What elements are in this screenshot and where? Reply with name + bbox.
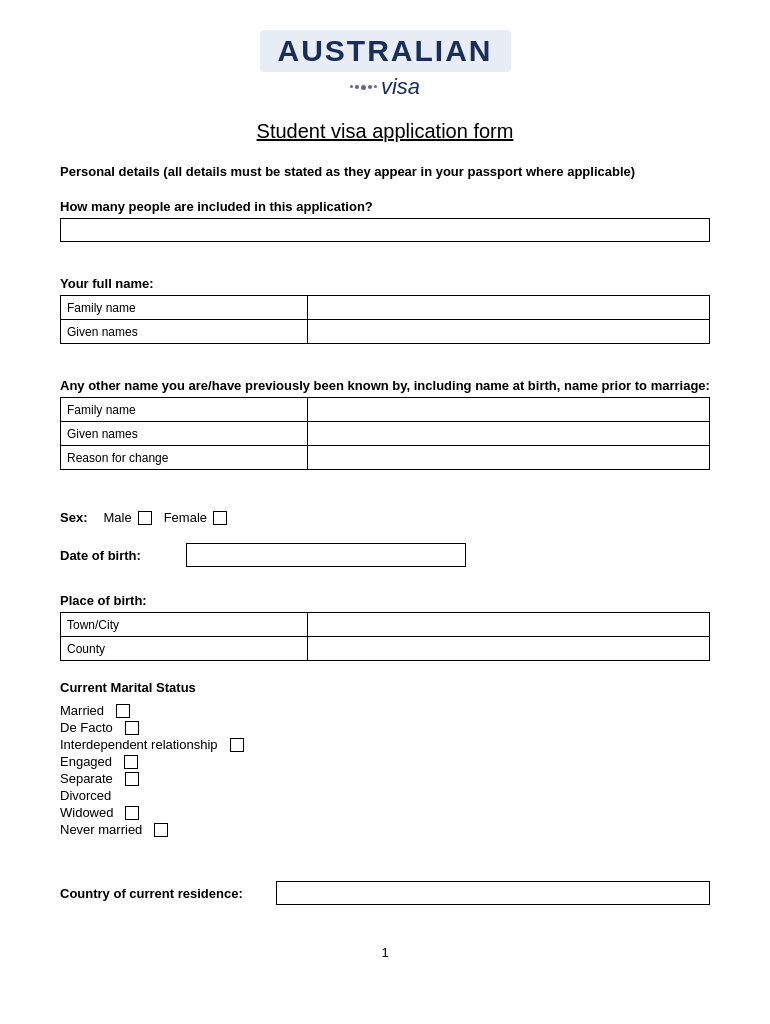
marital-de-facto: De Facto <box>60 720 710 735</box>
logo-australian-text: AUSTRALIAN <box>260 30 511 72</box>
personal-details-label: Personal details (all details must be st… <box>60 163 710 181</box>
reason-for-change-cell <box>307 446 709 470</box>
county-label: County <box>61 637 308 661</box>
how-many-question: How many people are included in this app… <box>60 199 710 214</box>
married-label: Married <box>60 703 104 718</box>
table-row: Reason for change <box>61 446 710 470</box>
place-of-birth-section: Place of birth: Town/City County <box>60 593 710 661</box>
town-city-input[interactable] <box>308 613 709 636</box>
family-name-cell <box>307 296 709 320</box>
other-name-label: Any other name you are/have previously b… <box>60 378 710 393</box>
table-row: County <box>61 637 710 661</box>
male-checkbox[interactable] <box>138 511 152 525</box>
female-label: Female <box>164 510 207 525</box>
separate-checkbox[interactable] <box>125 772 139 786</box>
family-name-input[interactable] <box>308 296 709 319</box>
widowed-checkbox[interactable] <box>125 806 139 820</box>
dob-row: Date of birth: <box>60 543 710 567</box>
table-row: Family name <box>61 398 710 422</box>
how-many-input[interactable] <box>60 218 710 242</box>
country-input[interactable] <box>276 881 710 905</box>
divorced-label: Divorced <box>60 788 111 803</box>
marital-engaged: Engaged <box>60 754 710 769</box>
personal-details-section: Personal details (all details must be st… <box>60 163 710 181</box>
country-row: Country of current residence: <box>60 881 710 905</box>
town-city-label: Town/City <box>61 613 308 637</box>
other-given-names-cell <box>307 422 709 446</box>
marital-status-section: Current Marital Status Married De Facto … <box>60 679 710 837</box>
male-label: Male <box>103 510 131 525</box>
sex-section: Sex: Male Female <box>60 510 710 525</box>
how-many-section: How many people are included in this app… <box>60 199 710 242</box>
female-checkbox[interactable] <box>213 511 227 525</box>
family-name-label: Family name <box>61 296 308 320</box>
reason-for-change-label: Reason for change <box>61 446 308 470</box>
dot2 <box>355 85 359 89</box>
logo-container: AUSTRALIAN visa <box>60 30 710 100</box>
given-names-cell <box>307 320 709 344</box>
logo-box: AUSTRALIAN visa <box>260 30 511 100</box>
marital-interdependent: Interdependent relationship <box>60 737 710 752</box>
county-cell <box>307 637 709 661</box>
marital-married: Married <box>60 703 710 718</box>
form-title: Student visa application form <box>60 120 710 143</box>
marital-separate: Separate <box>60 771 710 786</box>
dob-section: Date of birth: <box>60 543 710 567</box>
full-name-label: Your full name: <box>60 276 710 291</box>
de-facto-checkbox[interactable] <box>125 721 139 735</box>
widowed-label: Widowed <box>60 805 113 820</box>
other-name-table: Family name Given names Reason for chang… <box>60 397 710 470</box>
other-given-names-label: Given names <box>61 422 308 446</box>
dot3 <box>361 85 366 90</box>
table-row: Family name <box>61 296 710 320</box>
never-married-label: Never married <box>60 822 142 837</box>
logo-visa-text: visa <box>381 74 420 100</box>
table-row: Given names <box>61 320 710 344</box>
logo-dots <box>350 85 377 90</box>
table-row: Given names <box>61 422 710 446</box>
country-residence-section: Country of current residence: <box>60 881 710 905</box>
place-of-birth-label: Place of birth: <box>60 593 710 608</box>
page-number: 1 <box>60 945 710 960</box>
married-checkbox[interactable] <box>116 704 130 718</box>
table-row: Town/City <box>61 613 710 637</box>
county-input[interactable] <box>308 637 709 660</box>
marital-widowed: Widowed <box>60 805 710 820</box>
logo-visa-line: visa <box>350 74 420 100</box>
reason-for-change-input[interactable] <box>308 446 709 469</box>
other-family-name-cell <box>307 398 709 422</box>
marital-never-married: Never married <box>60 822 710 837</box>
dot5 <box>374 85 377 88</box>
dob-label: Date of birth: <box>60 548 170 563</box>
separate-label: Separate <box>60 771 113 786</box>
male-option: Male <box>103 510 151 525</box>
interdependent-label: Interdependent relationship <box>60 737 218 752</box>
female-option: Female <box>164 510 227 525</box>
place-table: Town/City County <box>60 612 710 661</box>
marital-status-label: Current Marital Status <box>60 679 710 697</box>
country-label: Country of current residence: <box>60 886 260 901</box>
town-city-cell <box>307 613 709 637</box>
de-facto-label: De Facto <box>60 720 113 735</box>
never-married-checkbox[interactable] <box>154 823 168 837</box>
sex-label: Sex: <box>60 510 87 525</box>
given-names-input[interactable] <box>308 320 709 343</box>
sex-row: Sex: Male Female <box>60 510 710 525</box>
other-given-names-input[interactable] <box>308 422 709 445</box>
given-names-label: Given names <box>61 320 308 344</box>
engaged-checkbox[interactable] <box>124 755 138 769</box>
dob-input[interactable] <box>186 543 466 567</box>
interdependent-checkbox[interactable] <box>230 738 244 752</box>
other-family-name-label: Family name <box>61 398 308 422</box>
other-family-name-input[interactable] <box>308 398 709 421</box>
page: AUSTRALIAN visa Student visa application… <box>0 0 770 1024</box>
dot1 <box>350 85 353 88</box>
dot4 <box>368 85 372 89</box>
full-name-table: Family name Given names <box>60 295 710 344</box>
engaged-label: Engaged <box>60 754 112 769</box>
marital-divorced: Divorced <box>60 788 710 803</box>
other-name-section: Any other name you are/have previously b… <box>60 378 710 470</box>
full-name-section: Your full name: Family name Given names <box>60 276 710 344</box>
